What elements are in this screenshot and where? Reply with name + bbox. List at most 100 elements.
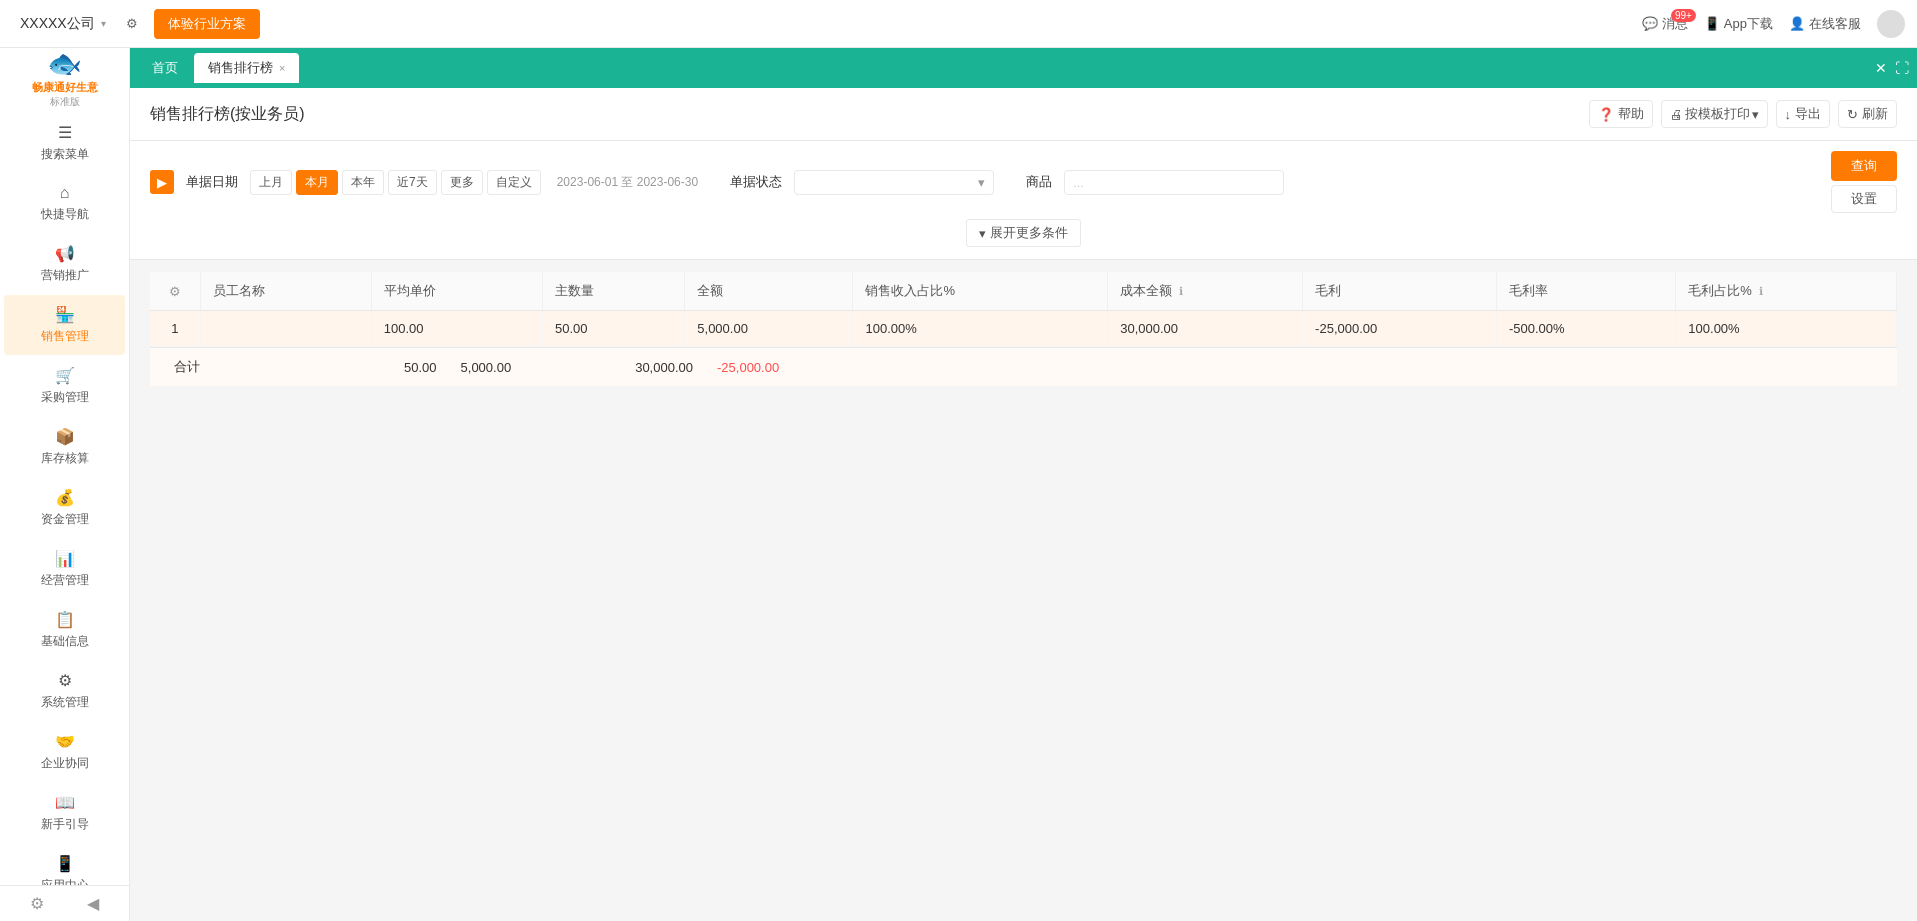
refresh-button[interactable]: ↻ 刷新 — [1838, 100, 1897, 128]
print-icon: 🖨 — [1670, 107, 1683, 122]
gross-pct-info-icon[interactable]: ℹ — [1759, 285, 1763, 297]
date-btn-cur-month[interactable]: 本月 — [296, 170, 338, 195]
sidebar-item-system[interactable]: ⚙ 系统管理 — [4, 661, 125, 721]
top-header: XXXXX公司 ▾ ⚙ 体验行业方案 💬 消息 99+ 📱 App下载 👤 在线… — [0, 0, 1917, 48]
search-order-icon: ☰ — [58, 123, 72, 142]
logo-sub: 标准版 — [50, 95, 80, 109]
sidebar-collapse-button[interactable]: ◀ — [87, 894, 99, 913]
content-area: 首页 销售排行榜 × ✕ ⛶ 销售排行榜(按业务员) ❓ 帮助 — [130, 48, 1917, 921]
cell-sales-pct: 100.00% — [853, 311, 1108, 347]
page-actions: ❓ 帮助 🖨 按模板打印 ▾ ↓ 导出 ↻ 刷新 — [1589, 100, 1898, 128]
help-button[interactable]: ❓ 帮助 — [1589, 100, 1653, 128]
date-btn-more[interactable]: 更多 — [441, 170, 483, 195]
operations-icon: 📊 — [55, 549, 75, 568]
company-name: XXXXX公司 — [20, 15, 95, 33]
setting-button[interactable]: 设置 — [1831, 185, 1897, 213]
date-range-display: 2023-06-01 至 2023-06-30 — [557, 174, 698, 191]
online-service-button[interactable]: 👤 在线客服 — [1789, 15, 1861, 33]
tab-close-window-icon[interactable]: ✕ — [1875, 60, 1887, 76]
guide-icon: 📖 — [55, 793, 75, 812]
company-selector[interactable]: XXXXX公司 ▾ — [12, 11, 114, 37]
date-btn-prev-month[interactable]: 上月 — [250, 170, 292, 195]
system-icon: ⚙ — [58, 671, 72, 690]
page-header: 销售排行榜(按业务员) ❓ 帮助 🖨 按模板打印 ▾ ↓ 导出 — [130, 88, 1917, 141]
header-right: 💬 消息 99+ 📱 App下载 👤 在线客服 — [1642, 10, 1905, 38]
table-wrapper: ⚙ 员工名称 平均单价 主数量 全额 销售收入占比% 成本全额 ℹ 毛利 — [130, 260, 1917, 921]
sidebar-item-app-center[interactable]: 📱 应用中心 — [4, 844, 125, 885]
footer-qty: 50.00 — [392, 360, 449, 375]
date-btn-cur-year[interactable]: 本年 — [342, 170, 384, 195]
settings-button[interactable]: ⚙ — [118, 10, 146, 38]
tab-bar: 首页 销售排行榜 × ✕ ⛶ — [130, 48, 1917, 88]
page-content: 销售排行榜(按业务员) ❓ 帮助 🖨 按模板打印 ▾ ↓ 导出 — [130, 88, 1917, 921]
tab-maximize-icon[interactable]: ⛶ — [1895, 60, 1909, 76]
enterprise-icon: 🤝 — [55, 732, 75, 751]
filter-more-row: ▾ 展开更多条件 — [150, 213, 1897, 249]
user-avatar-area[interactable] — [1877, 10, 1905, 38]
expand-more-button[interactable]: ▾ 展开更多条件 — [966, 219, 1081, 247]
sidebar-settings-button[interactable]: ⚙ — [30, 894, 44, 913]
sidebar-item-marketing[interactable]: 📢 营销推广 — [4, 234, 125, 294]
tab-home[interactable]: 首页 — [138, 53, 192, 83]
tab-sales-ranking[interactable]: 销售排行榜 × — [194, 53, 299, 83]
avatar — [1877, 10, 1905, 38]
col-settings: ⚙ — [150, 272, 200, 311]
query-button[interactable]: 查询 — [1831, 151, 1897, 181]
cell-gross: -25,000.00 — [1303, 311, 1497, 347]
app-center-icon: 📱 — [55, 854, 75, 873]
footer-cost: 30,000.00 — [623, 360, 705, 375]
status-select[interactable]: ▾ — [794, 170, 994, 195]
date-btn-last7[interactable]: 近7天 — [388, 170, 437, 195]
goods-filter-label: 商品 — [1026, 173, 1052, 191]
template-print-button[interactable]: 🖨 按模板打印 ▾ — [1661, 100, 1768, 128]
tab-close-icon[interactable]: × — [279, 62, 285, 74]
sidebar-item-guide[interactable]: 📖 新手引导 — [4, 783, 125, 843]
sidebar-item-sales[interactable]: 🏪 销售管理 — [4, 295, 125, 355]
table-row: 1 100.00 50.00 5,000.00 100.00% 30,000.0… — [150, 311, 1897, 347]
sidebar-item-inventory[interactable]: 📦 库存核算 — [4, 417, 125, 477]
cell-qty: 50.00 — [542, 311, 684, 347]
cell-amount: 5,000.00 — [685, 311, 853, 347]
sidebar-item-enterprise[interactable]: 🤝 企业协同 — [4, 722, 125, 782]
cell-cost: 30,000.00 — [1108, 311, 1303, 347]
sales-icon: 🏪 — [55, 305, 75, 324]
sidebar-item-finance[interactable]: 💰 资金管理 — [4, 478, 125, 538]
col-avg-price: 平均单价 — [371, 272, 542, 311]
sidebar-item-quick-nav[interactable]: ⌂ 快捷导航 — [4, 174, 125, 233]
cell-rank: 1 — [150, 311, 200, 347]
app-download-button[interactable]: 📱 App下载 — [1704, 15, 1773, 33]
logo-area: 🐟 畅康通好生意 标准版 — [0, 48, 129, 108]
chevron-down-icon: ▾ — [101, 18, 106, 29]
export-button[interactable]: ↓ 导出 — [1776, 100, 1831, 128]
col-amount: 全额 — [685, 272, 853, 311]
message-badge: 99+ — [1671, 9, 1696, 22]
col-settings-icon[interactable]: ⚙ — [169, 284, 181, 299]
sidebar-item-purchase[interactable]: 🛒 采购管理 — [4, 356, 125, 416]
trial-btn[interactable]: 体验行业方案 — [154, 9, 260, 39]
date-btn-custom[interactable]: 自定义 — [487, 170, 541, 195]
status-chevron-icon: ▾ — [978, 175, 985, 190]
col-qty: 主数量 — [542, 272, 684, 311]
filter-row-1: ▶ 单据日期 上月 本月 本年 近7天 更多 自定义 2023-06-01 至 … — [150, 151, 1897, 213]
query-btn-area: 查询 设置 — [1831, 151, 1897, 213]
finance-icon: 💰 — [55, 488, 75, 507]
status-filter-label: 单据状态 — [730, 173, 782, 191]
footer-label: 合计 — [162, 358, 212, 376]
data-table: ⚙ 员工名称 平均单价 主数量 全额 销售收入占比% 成本全额 ℹ 毛利 — [150, 272, 1897, 347]
sidebar-item-operations[interactable]: 📊 经营管理 — [4, 539, 125, 599]
basic-info-icon: 📋 — [55, 610, 75, 629]
filter-bar: ▶ 单据日期 上月 本月 本年 近7天 更多 自定义 2023-06-01 至 … — [130, 141, 1917, 260]
filter-toggle-button[interactable]: ▶ — [150, 170, 174, 194]
goods-input[interactable]: ... — [1064, 170, 1284, 195]
service-icon: 👤 — [1789, 16, 1805, 31]
cost-info-icon[interactable]: ℹ — [1179, 285, 1183, 297]
sidebar-item-search-order[interactable]: ☰ 搜索菜单 — [4, 113, 125, 173]
expand-icon: ▾ — [979, 226, 986, 241]
main-layout: 🐟 畅康通好生意 标准版 ☰ 搜索菜单 ⌂ 快捷导航 📢 营销推广 🏪 销售管理 — [0, 48, 1917, 921]
col-sales-pct: 销售收入占比% — [853, 272, 1108, 311]
message-button[interactable]: 💬 消息 99+ — [1642, 15, 1688, 33]
col-name: 员工名称 — [200, 272, 371, 311]
cell-name — [200, 311, 371, 347]
logo-text: 畅康通好生意 — [32, 80, 98, 95]
sidebar-item-basic-info[interactable]: 📋 基础信息 — [4, 600, 125, 660]
